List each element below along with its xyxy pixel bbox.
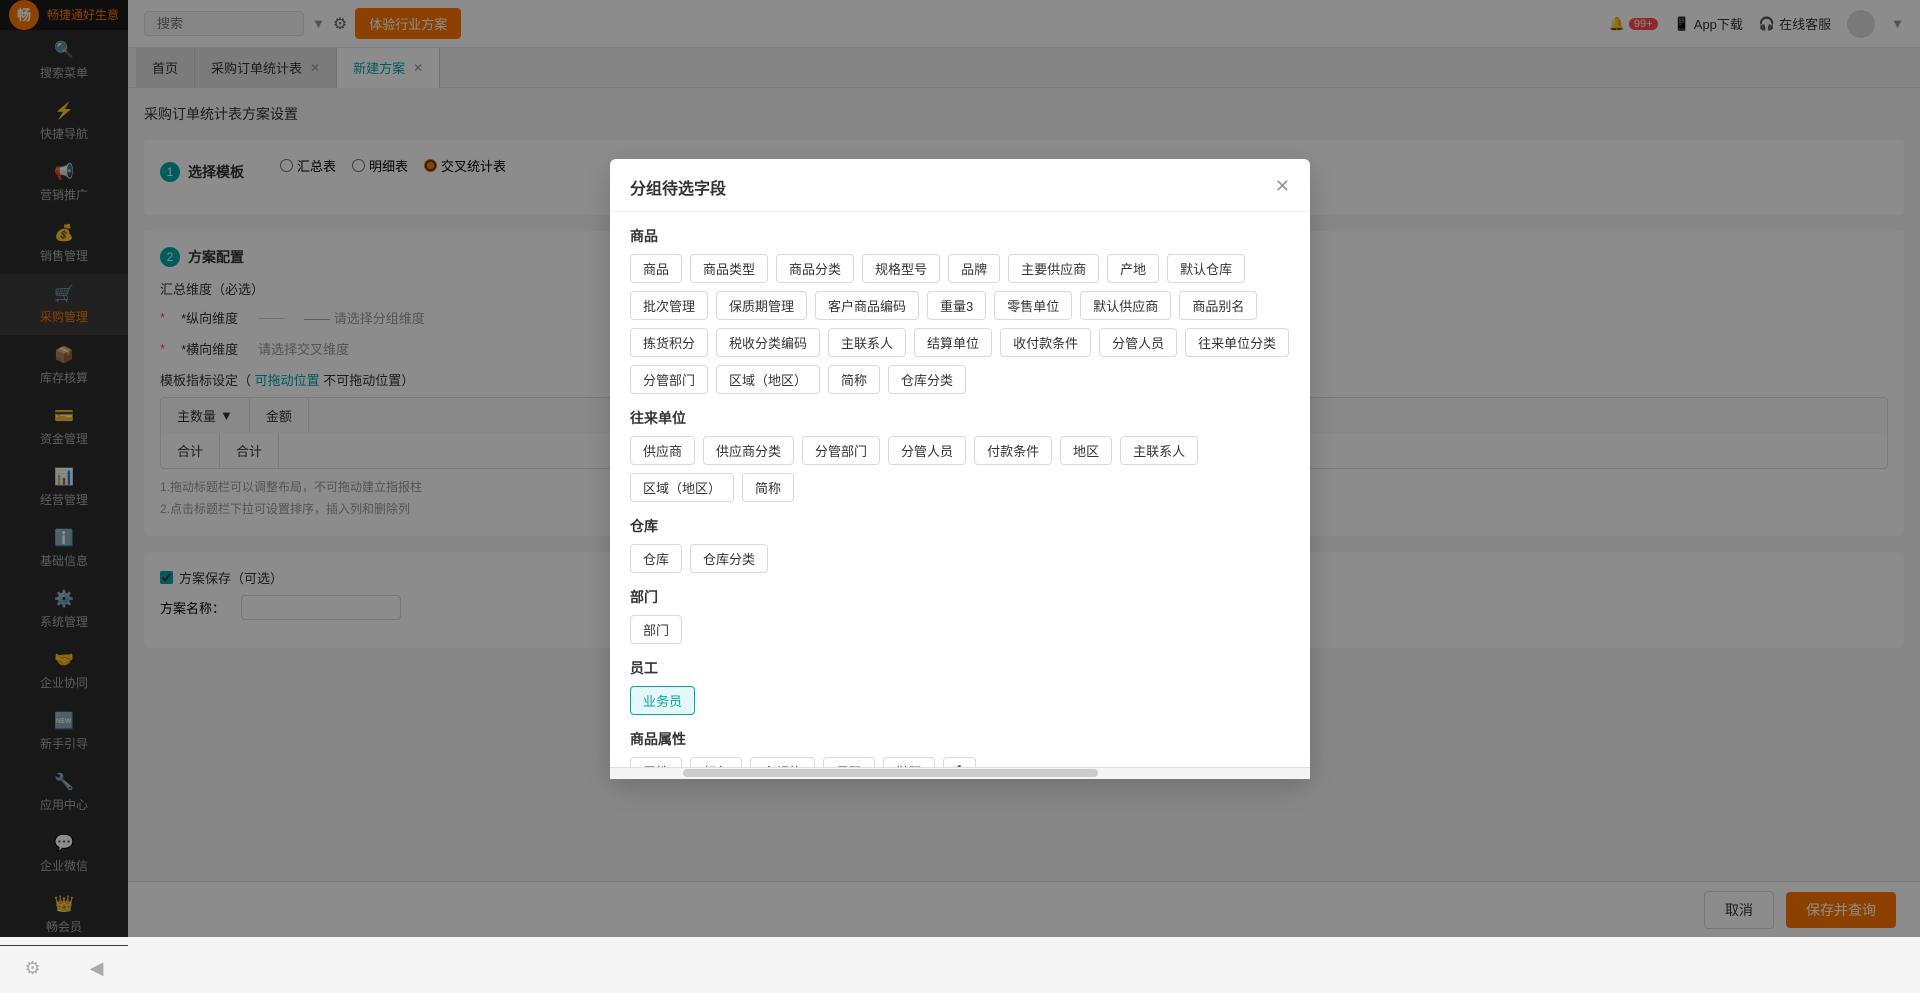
field-tag-5-1[interactable]: 颜色 (690, 757, 742, 768)
field-tag-0-6[interactable]: 产地 (1107, 254, 1159, 283)
field-tag-5-5[interactable]: 1 (943, 757, 976, 768)
modal-title: 分组待选字段 (630, 175, 726, 199)
modal: 分组待选字段 ✕ 商品商品商品类型商品分类规格型号品牌主要供应商产地默认仓库批次… (610, 159, 1310, 779)
tag-grid-2: 仓库仓库分类 (630, 544, 1290, 573)
field-tag-0-9[interactable]: 保质期管理 (716, 291, 807, 320)
field-tag-0-21[interactable]: 往来单位分类 (1185, 328, 1289, 357)
field-tag-0-17[interactable]: 主联系人 (828, 328, 906, 357)
field-tag-5-0[interactable]: 属性 (630, 757, 682, 768)
field-tag-1-7[interactable]: 区域（地区） (630, 473, 734, 502)
tag-grid-1: 供应商供应商分类分管部门分管人员付款条件地区主联系人区域（地区） 简称 (630, 436, 1290, 502)
field-tag-2-0[interactable]: 仓库 (630, 544, 682, 573)
field-tag-0-14[interactable]: 商品别名 (1179, 291, 1257, 320)
field-tag-0-11[interactable]: 重量3 (927, 291, 986, 320)
field-tag-0-10[interactable]: 客户商品编码 (815, 291, 919, 320)
field-tag-5-2[interactable]: 多规格 (750, 757, 815, 768)
field-tag-4-0[interactable]: 业务员 (630, 686, 695, 715)
field-tag-1-3[interactable]: 分管人员 (888, 436, 966, 465)
modal-body[interactable]: 商品商品商品类型商品分类规格型号品牌主要供应商产地默认仓库批次管理保质期管理客户… (610, 212, 1310, 768)
field-tag-0-12[interactable]: 零售单位 (994, 291, 1072, 320)
field-tag-0-4[interactable]: 品牌 (948, 254, 1000, 283)
modal-overlay: 分组待选字段 ✕ 商品商品商品类型商品分类规格型号品牌主要供应商产地默认仓库批次… (0, 0, 1920, 937)
field-tag-0-23[interactable]: 区域（地区） (716, 365, 820, 394)
field-tag-1-8[interactable]: 简称 (742, 473, 794, 502)
field-tag-1-5[interactable]: 地区 (1060, 436, 1112, 465)
field-tag-0-7[interactable]: 默认仓库 (1167, 254, 1245, 283)
section-title-4: 员工 (630, 644, 1290, 686)
field-tag-0-5[interactable]: 主要供应商 (1008, 254, 1099, 283)
field-tag-2-1[interactable]: 仓库分类 (690, 544, 768, 573)
field-tag-0-8[interactable]: 批次管理 (630, 291, 708, 320)
field-tag-5-4[interactable]: 鞋码 (883, 757, 935, 768)
field-tag-1-0[interactable]: 供应商 (630, 436, 695, 465)
field-tag-0-16[interactable]: 税收分类编码 (716, 328, 820, 357)
field-tag-0-13[interactable]: 默认供应商 (1080, 291, 1171, 320)
modal-header: 分组待选字段 ✕ (610, 159, 1310, 212)
field-tag-0-18[interactable]: 结算单位 (914, 328, 992, 357)
field-tag-3-0[interactable]: 部门 (630, 615, 682, 644)
tag-grid-4: 业务员 (630, 686, 1290, 715)
modal-hscroll[interactable] (610, 767, 1310, 778)
tag-grid-0: 商品商品类型商品分类规格型号品牌主要供应商产地默认仓库批次管理保质期管理客户商品… (630, 254, 1290, 394)
section-title-3: 部门 (630, 573, 1290, 615)
field-tag-0-22[interactable]: 分管部门 (630, 365, 708, 394)
field-tag-0-20[interactable]: 分管人员 (1099, 328, 1177, 357)
field-tag-0-24[interactable]: 简称 (828, 365, 880, 394)
tag-grid-3: 部门 (630, 615, 1290, 644)
section-title-2: 仓库 (630, 502, 1290, 544)
field-tag-0-25[interactable]: 仓库分类 (888, 365, 966, 394)
field-tag-1-6[interactable]: 主联系人 (1120, 436, 1198, 465)
field-tag-0-15[interactable]: 拣货积分 (630, 328, 708, 357)
field-tag-5-3[interactable]: 尺码 (823, 757, 875, 768)
field-tag-0-0[interactable]: 商品 (630, 254, 682, 283)
field-tag-1-4[interactable]: 付款条件 (974, 436, 1052, 465)
field-tag-0-3[interactable]: 规格型号 (862, 254, 940, 283)
field-tag-0-19[interactable]: 收付款条件 (1000, 328, 1091, 357)
field-tag-1-1[interactable]: 供应商分类 (703, 436, 794, 465)
field-tag-1-2[interactable]: 分管部门 (802, 436, 880, 465)
field-tag-0-2[interactable]: 商品分类 (776, 254, 854, 283)
section-title-0: 商品 (630, 212, 1290, 254)
section-title-1: 往来单位 (630, 394, 1290, 436)
section-title-5: 商品属性 (630, 715, 1290, 757)
modal-close-icon[interactable]: ✕ (1275, 176, 1290, 197)
field-tag-0-1[interactable]: 商品类型 (690, 254, 768, 283)
tag-grid-5: 属性颜色多规格尺码鞋码 1 (630, 757, 1290, 768)
hscroll-thumb (683, 769, 1098, 777)
